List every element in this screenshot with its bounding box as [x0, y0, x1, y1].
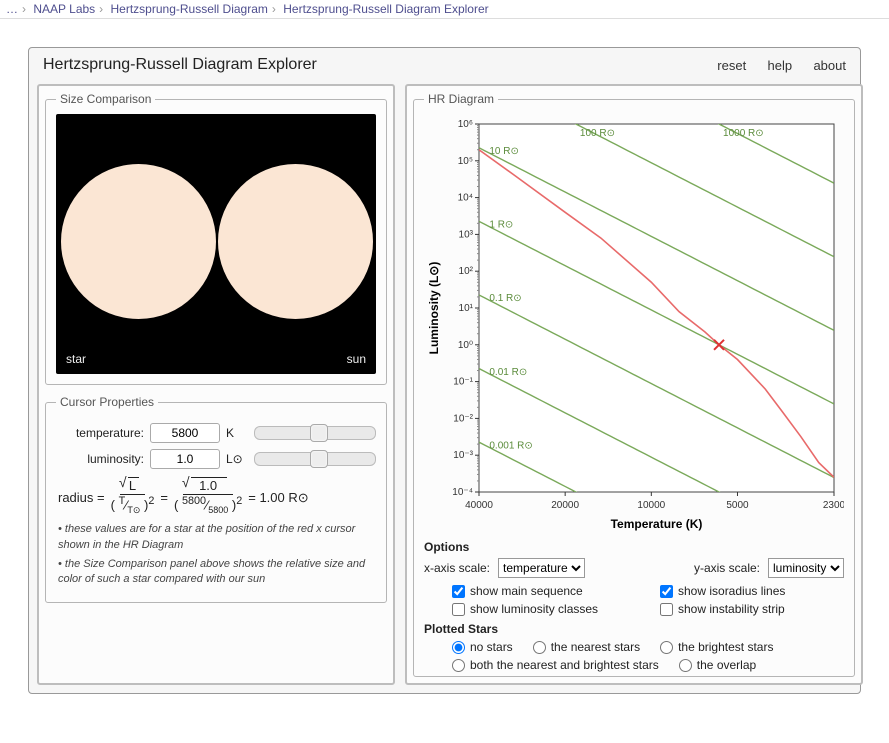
- xscale-label: x-axis scale:: [424, 561, 490, 575]
- breadcrumb: …› NAAP Labs› Hertzsprung-Russell Diagra…: [0, 0, 889, 19]
- note-1: • these values are for a star at the pos…: [58, 522, 374, 553]
- svg-text:40000: 40000: [465, 500, 493, 511]
- svg-text:10²: 10²: [459, 266, 474, 277]
- svg-text:0.1 R⊙: 0.1 R⊙: [489, 293, 521, 304]
- svg-text:10⁻²: 10⁻²: [453, 413, 473, 424]
- cb-lum-classes[interactable]: show luminosity classes: [452, 602, 636, 616]
- star-caption: star: [66, 352, 86, 366]
- size-comparison-stage: star sun: [56, 114, 376, 374]
- svg-text:20000: 20000: [551, 500, 579, 511]
- hr-diagram-panel: HR Diagram 10⁻⁴10⁻³10⁻²10⁻¹10⁰10¹10²10³1…: [413, 92, 855, 677]
- options-heading: Options: [424, 540, 844, 554]
- size-comparison-panel: Size Comparison star sun: [45, 92, 387, 385]
- svg-text:5000: 5000: [726, 500, 749, 511]
- temperature-label: temperature:: [56, 426, 144, 440]
- svg-text:0.001 R⊙: 0.001 R⊙: [489, 440, 532, 451]
- radius-formula: radius = L ( T∕T⊙ )2 = 1.0 ( 5800∕5800 )…: [58, 479, 376, 516]
- radio-brightest[interactable]: the brightest stars: [660, 640, 773, 654]
- luminosity-unit: L⊙: [226, 452, 248, 466]
- app-title: Hertzsprung-Russell Diagram Explorer: [43, 56, 317, 74]
- reset-link[interactable]: reset: [717, 58, 746, 73]
- svg-text:10000: 10000: [637, 500, 665, 511]
- app-window: Hertzsprung-Russell Diagram Explorer res…: [28, 47, 861, 694]
- luminosity-slider[interactable]: [254, 452, 376, 466]
- svg-text:10⁵: 10⁵: [458, 156, 473, 167]
- help-link[interactable]: help: [768, 58, 793, 73]
- svg-text:10⁴: 10⁴: [458, 193, 473, 204]
- sun-disk: [218, 164, 373, 319]
- temperature-input[interactable]: [150, 423, 220, 443]
- star-disk: [61, 164, 216, 319]
- cb-isoradius[interactable]: show isoradius lines: [660, 584, 844, 598]
- yscale-label: y-axis scale:: [694, 561, 760, 575]
- temperature-unit: K: [226, 426, 248, 440]
- svg-text:1 R⊙: 1 R⊙: [489, 220, 513, 231]
- svg-text:10⁻⁴: 10⁻⁴: [452, 487, 473, 498]
- size-comparison-legend: Size Comparison: [56, 92, 155, 106]
- cursor-properties-legend: Cursor Properties: [56, 395, 158, 409]
- svg-text:Luminosity (L⊙): Luminosity (L⊙): [427, 262, 441, 355]
- hr-chart[interactable]: 10⁻⁴ 10⁻³ 10⁻² 10⁻¹ 10⁰ 10¹ 10² 10³ 10⁴ 10⁵ 10⁶ 400…: [424, 114, 844, 534]
- cb-main-sequence[interactable]: show main sequence: [452, 584, 636, 598]
- radio-no-stars[interactable]: no stars: [452, 640, 513, 654]
- svg-text:10⁻³: 10⁻³: [453, 450, 473, 461]
- svg-text:10 R⊙: 10 R⊙: [489, 146, 519, 157]
- cb-instability[interactable]: show instability strip: [660, 602, 844, 616]
- svg-text:10⁻¹: 10⁻¹: [453, 377, 473, 388]
- radio-both[interactable]: both the nearest and brightest stars: [452, 658, 659, 672]
- svg-text:2300: 2300: [823, 500, 844, 511]
- temperature-slider[interactable]: [254, 426, 376, 440]
- radio-nearest[interactable]: the nearest stars: [533, 640, 640, 654]
- svg-text:Temperature (K): Temperature (K): [611, 517, 703, 531]
- svg-text:1000 R⊙: 1000 R⊙: [723, 128, 764, 139]
- luminosity-input[interactable]: [150, 449, 220, 469]
- plotted-heading: Plotted Stars: [424, 622, 844, 636]
- note-2: • the Size Comparison panel above shows …: [58, 557, 374, 588]
- svg-text:10¹: 10¹: [459, 303, 474, 314]
- radius-result: = 1.00 R⊙: [248, 490, 308, 506]
- radio-overlap[interactable]: the overlap: [679, 658, 756, 672]
- svg-text:10³: 10³: [459, 229, 474, 240]
- sun-caption: sun: [347, 352, 366, 366]
- about-link[interactable]: about: [813, 58, 846, 73]
- yscale-select[interactable]: luminosity: [768, 558, 844, 578]
- luminosity-label: luminosity:: [56, 452, 144, 466]
- svg-text:10⁶: 10⁶: [458, 119, 473, 130]
- svg-text:10⁰: 10⁰: [458, 340, 473, 351]
- svg-text:0.01 R⊙: 0.01 R⊙: [489, 367, 527, 378]
- cursor-properties-panel: Cursor Properties temperature: K luminos…: [45, 395, 387, 603]
- hr-diagram-legend: HR Diagram: [424, 92, 498, 106]
- svg-text:100 R⊙: 100 R⊙: [580, 128, 615, 139]
- xscale-select[interactable]: temperature: [498, 558, 585, 578]
